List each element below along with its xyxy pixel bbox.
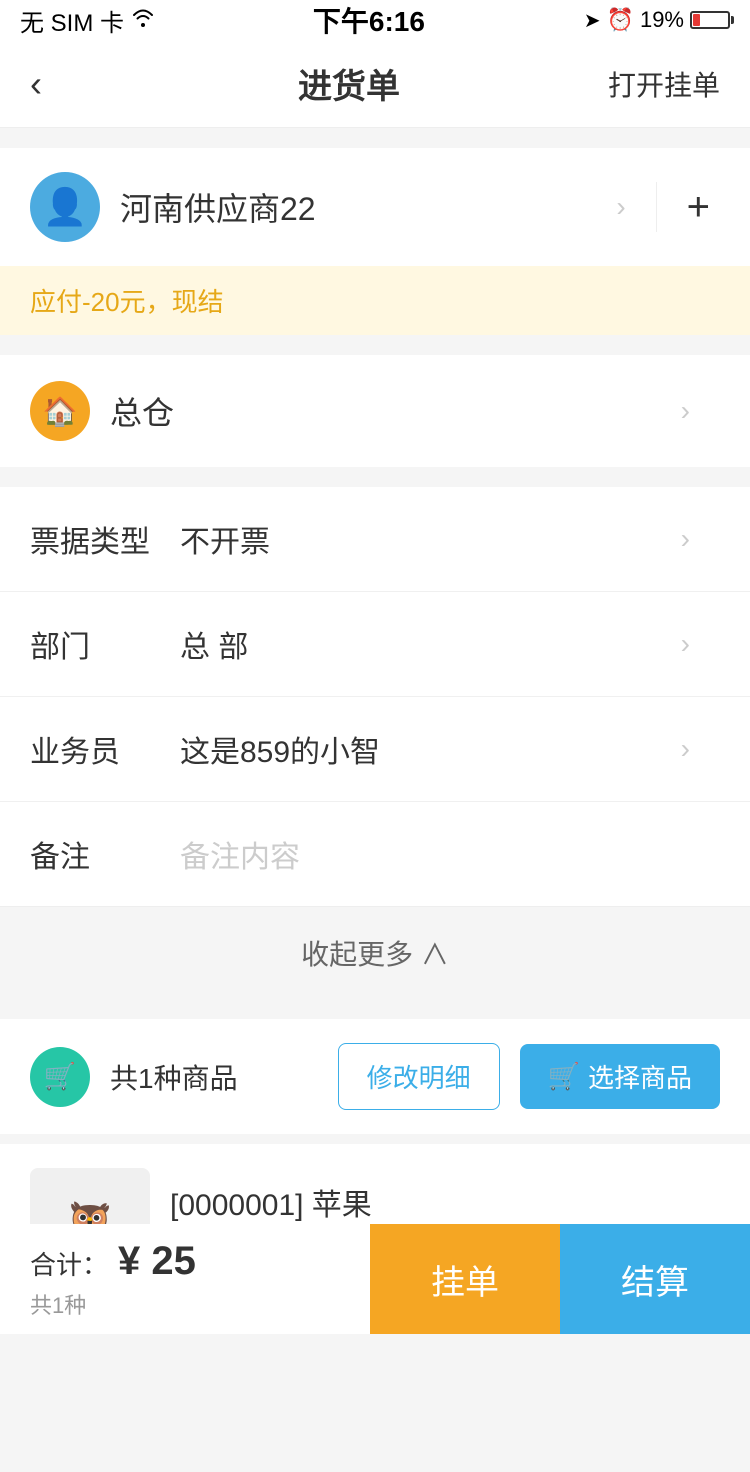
- warehouse-name: 总仓: [110, 388, 681, 434]
- department-row[interactable]: 部门 总 部 ›: [0, 592, 750, 697]
- salesperson-chevron-icon: ›: [681, 733, 690, 765]
- remark-row[interactable]: 备注 备注内容: [0, 802, 750, 906]
- salesperson-row[interactable]: 业务员 这是859的小智 ›: [0, 697, 750, 802]
- supplier-section: 👤 河南供应商22 › + 应付-20元，现结: [0, 148, 750, 335]
- nav-bar: ‹ 进货单 打开挂单: [0, 40, 750, 128]
- cart-small-icon: 🛒: [44, 1061, 76, 1092]
- warehouse-chevron-icon: ›: [681, 395, 690, 427]
- invoice-row[interactable]: 票据类型 不开票 ›: [0, 487, 750, 592]
- invoice-label: 票据类型: [30, 517, 170, 561]
- gap-2: [0, 999, 750, 1019]
- supplier-row: 👤 河南供应商22 › +: [0, 148, 750, 266]
- invoice-value: 不开票: [170, 517, 681, 561]
- location-icon: ➤: [584, 8, 601, 33]
- status-right: ➤ ⏰ 19%: [584, 7, 730, 33]
- total-row: 合计： ¥ 25: [30, 1239, 340, 1284]
- supplier-avatar: 👤: [30, 172, 100, 242]
- bottom-bar: 合计： ¥ 25 共1种 挂单 结算: [0, 1224, 750, 1334]
- product-name: [0000001] 苹果: [170, 1180, 662, 1224]
- select-product-button[interactable]: 🛒 选择商品: [520, 1044, 720, 1109]
- status-bar: 无 SIM 卡 下午6:16 ➤ ⏰ 19%: [0, 0, 750, 40]
- total-section: 合计： ¥ 25 共1种: [0, 1224, 370, 1334]
- modify-detail-button[interactable]: 修改明细: [338, 1043, 500, 1110]
- salesperson-label: 业务员: [30, 727, 170, 771]
- product-title: 苹果: [312, 1189, 372, 1222]
- warehouse-section[interactable]: 🏠 总仓 ›: [0, 355, 750, 467]
- home-icon: 🏠: [43, 395, 78, 428]
- form-section: 票据类型 不开票 › 部门 总 部 › 业务员 这是859的小智 › 备注 备注…: [0, 487, 750, 906]
- wifi-icon: [132, 6, 154, 34]
- department-label: 部门: [30, 622, 170, 666]
- select-cart-icon: 🛒: [548, 1061, 580, 1092]
- battery-percent: 19%: [640, 7, 684, 33]
- product-code: [0000001]: [170, 1189, 312, 1222]
- battery-icon: [690, 11, 730, 29]
- total-label: 合计：: [30, 1245, 108, 1282]
- products-header: 🛒 共1种商品 修改明细 🛒 选择商品: [0, 1019, 750, 1134]
- checkout-button[interactable]: 结算: [560, 1224, 750, 1334]
- notice-bar: 应付-20元，现结: [0, 266, 750, 335]
- notice-text: 应付-20元，现结: [30, 287, 224, 317]
- collapse-bar[interactable]: 收起更多 ∧: [0, 906, 750, 999]
- remark-label: 备注: [30, 832, 170, 876]
- warehouse-icon: 🏠: [30, 381, 90, 441]
- department-chevron-icon: ›: [681, 628, 690, 660]
- products-count: 共1种商品: [110, 1057, 318, 1097]
- back-button[interactable]: ‹: [30, 63, 90, 105]
- collapse-label: 收起更多 ∧: [301, 939, 449, 970]
- alarm-icon: ⏰: [607, 7, 634, 33]
- time-label: 下午6:16: [313, 0, 425, 40]
- invoice-chevron-icon: ›: [681, 523, 690, 555]
- total-count: 共1种: [30, 1288, 340, 1320]
- person-icon: 👤: [43, 186, 88, 228]
- carrier-label: 无 SIM 卡: [20, 3, 124, 38]
- supplier-name[interactable]: 河南供应商22: [120, 184, 616, 230]
- remark-input[interactable]: 备注内容: [170, 832, 720, 876]
- add-supplier-button[interactable]: +: [677, 185, 720, 230]
- department-value: 总 部: [170, 622, 681, 666]
- page-title: 进货单: [298, 59, 400, 108]
- supplier-chevron-icon: ›: [616, 191, 625, 223]
- bottom-spacer: [0, 1312, 750, 1472]
- open-pending-button[interactable]: 打开挂单: [608, 64, 720, 104]
- gap-1: [0, 128, 750, 148]
- select-product-label: 选择商品: [588, 1058, 692, 1095]
- salesperson-value: 这是859的小智: [170, 727, 681, 771]
- products-icon: 🛒: [30, 1047, 90, 1107]
- total-amount: ¥ 25: [118, 1239, 196, 1284]
- status-left: 无 SIM 卡: [20, 3, 154, 38]
- vertical-divider: [656, 182, 657, 232]
- hang-order-button[interactable]: 挂单: [370, 1224, 560, 1334]
